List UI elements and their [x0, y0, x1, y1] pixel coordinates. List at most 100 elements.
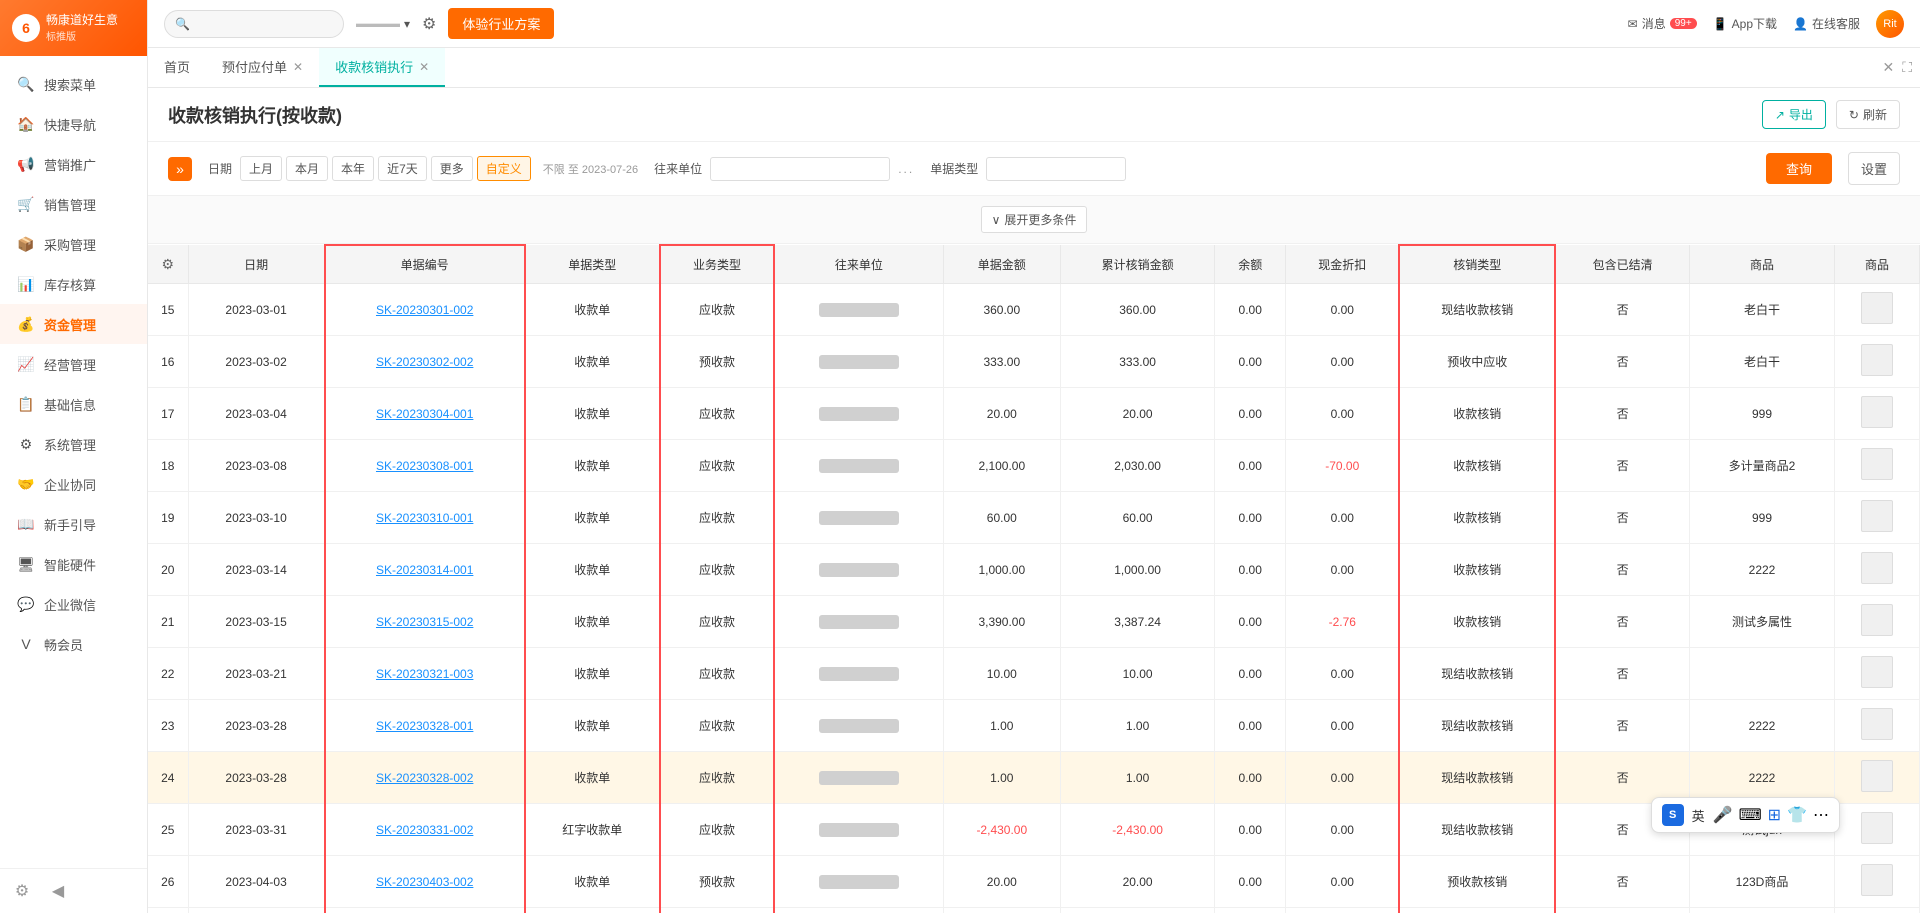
cell-balance: 0.00	[1215, 284, 1286, 336]
tab-collection-close[interactable]: ✕	[419, 60, 429, 74]
app-download-btn[interactable]: 📱 App下载	[1713, 15, 1777, 32]
cell-balance: 0.00	[1215, 908, 1286, 913]
cell-write-off-type: 收款核销	[1399, 440, 1555, 492]
ime-mic-icon[interactable]: 🎤	[1713, 805, 1733, 825]
date-btn-custom[interactable]: 自定义	[477, 156, 531, 181]
ime-keyboard-icon[interactable]: ⌨	[1739, 805, 1762, 825]
query-btn[interactable]: 查询	[1766, 153, 1832, 184]
tab-expand-icon[interactable]: ⛶	[1902, 59, 1912, 76]
cell-voucher-no[interactable]: SK-20230403-002	[325, 856, 525, 908]
cell-voucher-type: 收款单	[525, 856, 660, 908]
cell-voucher-no[interactable]: SK-20230328-001	[325, 700, 525, 752]
cell-include-settled: 否	[1555, 700, 1689, 752]
sidebar-label-wechat: 企业微信	[44, 595, 96, 614]
sidebar-item-operations[interactable]: 📈 经营管理	[0, 344, 147, 384]
tab-collection[interactable]: 收款核销执行 ✕	[319, 48, 445, 87]
sidebar-item-sales[interactable]: 🛒 销售管理	[0, 184, 147, 224]
sidebar-item-basic[interactable]: 📋 基础信息	[0, 384, 147, 424]
message-btn[interactable]: ✉ 消息 99+	[1628, 15, 1697, 32]
date-btn-this-year[interactable]: 本年	[332, 156, 374, 181]
cell-voucher-no[interactable]: SK-20230304-001	[325, 388, 525, 440]
sidebar-icon-finance: 💰	[16, 314, 36, 334]
cell-voucher-no[interactable]: SK-20230321-003	[325, 648, 525, 700]
cell-voucher-type: 收款单	[525, 752, 660, 804]
sidebar-item-purchase[interactable]: 📦 采购管理	[0, 224, 147, 264]
sidebar-item-member[interactable]: V 畅会员	[0, 624, 147, 664]
sidebar-item-wechat[interactable]: 💬 企业微信	[0, 584, 147, 624]
cell-amount: 20.00	[943, 388, 1060, 440]
cell-date: 2023-03-14	[188, 544, 325, 596]
cell-partner	[774, 856, 943, 908]
tab-prepay[interactable]: 预付应付单 ✕	[206, 48, 319, 87]
cell-partner	[774, 336, 943, 388]
sidebar-item-corp[interactable]: 🤝 企业协同	[0, 464, 147, 504]
cell-goods2	[1835, 388, 1920, 440]
sidebar-item-search[interactable]: 🔍 搜索菜单	[0, 64, 147, 104]
expand-label: 展开更多条件	[1004, 211, 1076, 228]
ime-grid-icon[interactable]: ⊞	[1768, 805, 1781, 825]
sidebar-item-guide[interactable]: 📖 新手引导	[0, 504, 147, 544]
tab-home[interactable]: 首页	[148, 48, 206, 87]
ime-icons: 🎤 ⌨ ⊞ 👕 ⋯	[1713, 805, 1829, 825]
page-title: 收款核销执行(按收款)	[168, 102, 342, 140]
cell-voucher-no[interactable]: SK-20230310-001	[325, 492, 525, 544]
sidebar: 6 畅康道好生意 标推版 🔍 搜索菜单 🏠 快捷导航 📢 营销推广 🛒 销售管理…	[0, 0, 148, 913]
industry-solution-btn[interactable]: 体验行业方案	[448, 8, 554, 39]
date-btn-this-month[interactable]: 本月	[286, 156, 328, 181]
cell-voucher-no[interactable]: SK-20230315-002	[325, 596, 525, 648]
partner-input[interactable]	[710, 157, 890, 181]
ime-more-icon[interactable]: ⋯	[1813, 805, 1829, 825]
user-avatar[interactable]: Rit	[1876, 10, 1904, 38]
cell-biz-type: 应收款	[660, 440, 774, 492]
filter-settings-btn[interactable]: 设置	[1848, 152, 1900, 185]
sidebar-item-inventory[interactable]: 📊 库存核算	[0, 264, 147, 304]
sidebar-item-marketing[interactable]: 📢 营销推广	[0, 144, 147, 184]
topbar-search[interactable]: 🔍	[164, 10, 344, 38]
cell-date: 2023-04-08	[188, 908, 325, 913]
sidebar-item-finance[interactable]: 💰 资金管理	[0, 304, 147, 344]
sidebar-item-nav[interactable]: 🏠 快捷导航	[0, 104, 147, 144]
date-btn-7days[interactable]: 近7天	[378, 156, 427, 181]
cell-partner	[774, 440, 943, 492]
column-settings-icon[interactable]: ⚙	[161, 256, 174, 272]
refresh-btn[interactable]: ↻ 刷新	[1836, 100, 1900, 129]
cell-voucher-no[interactable]: SK-20230301-002	[325, 284, 525, 336]
collapse-btn[interactable]: ◀	[44, 877, 72, 905]
sidebar-icon-inventory: 📊	[16, 274, 36, 294]
cell-no: 22	[148, 648, 188, 700]
cell-write-off-type: 收款核销	[1399, 544, 1555, 596]
cell-no: 27	[148, 908, 188, 913]
gear-icon[interactable]: ⚙	[422, 14, 436, 34]
sidebar-label-marketing: 营销推广	[44, 155, 96, 174]
cell-voucher-no[interactable]: SK-20230308-001	[325, 440, 525, 492]
date-btn-last-month[interactable]: 上月	[240, 156, 282, 181]
ime-logo: S	[1662, 804, 1684, 826]
sidebar-label-guide: 新手引导	[44, 515, 96, 534]
tab-prepay-close[interactable]: ✕	[293, 60, 303, 74]
expand-more-btn[interactable]: ∨ 展开更多条件	[981, 206, 1088, 233]
ime-shirt-icon[interactable]: 👕	[1787, 805, 1807, 825]
export-btn[interactable]: ↗ 导出	[1762, 100, 1826, 129]
cell-voucher-no[interactable]: SK-20230331-002	[325, 804, 525, 856]
sidebar-item-system[interactable]: ⚙ 系统管理	[0, 424, 147, 464]
cell-cash-discount: 0.00	[1286, 336, 1400, 388]
cell-voucher-no[interactable]: SK-20230302-002	[325, 336, 525, 388]
app-download-label: App下载	[1732, 15, 1777, 32]
cell-write-off-type: 现结收款核销	[1399, 908, 1555, 913]
cell-partner	[774, 752, 943, 804]
expand-more-row: ∨ 展开更多条件	[148, 196, 1920, 244]
service-btn[interactable]: 👤 在线客服	[1793, 15, 1860, 32]
cell-voucher-no[interactable]: SK-20230314-001	[325, 544, 525, 596]
cell-cumulative: 20.00	[1060, 388, 1214, 440]
date-btn-more[interactable]: 更多	[431, 156, 473, 181]
sidebar-item-hardware[interactable]: 🖥 智能硬件	[0, 544, 147, 584]
logo-icon: 6	[12, 14, 40, 42]
topbar-dropdown[interactable]: ▬▬▬▬ ▾	[356, 17, 410, 31]
cell-voucher-no[interactable]: SK-20230408-001	[325, 908, 525, 913]
cell-voucher-no[interactable]: SK-20230328-002	[325, 752, 525, 804]
main-area: 🔍 ▬▬▬▬ ▾ ⚙ 体验行业方案 ✉ 消息 99+ 📱 App下载 👤 在线客…	[148, 0, 1920, 913]
tab-close-all-icon[interactable]: ✕	[1882, 59, 1894, 76]
filter-toggle-btn[interactable]: »	[168, 157, 192, 181]
voucher-type-select[interactable]	[986, 157, 1126, 181]
settings-bottom-btn[interactable]: ⚙	[8, 877, 36, 905]
